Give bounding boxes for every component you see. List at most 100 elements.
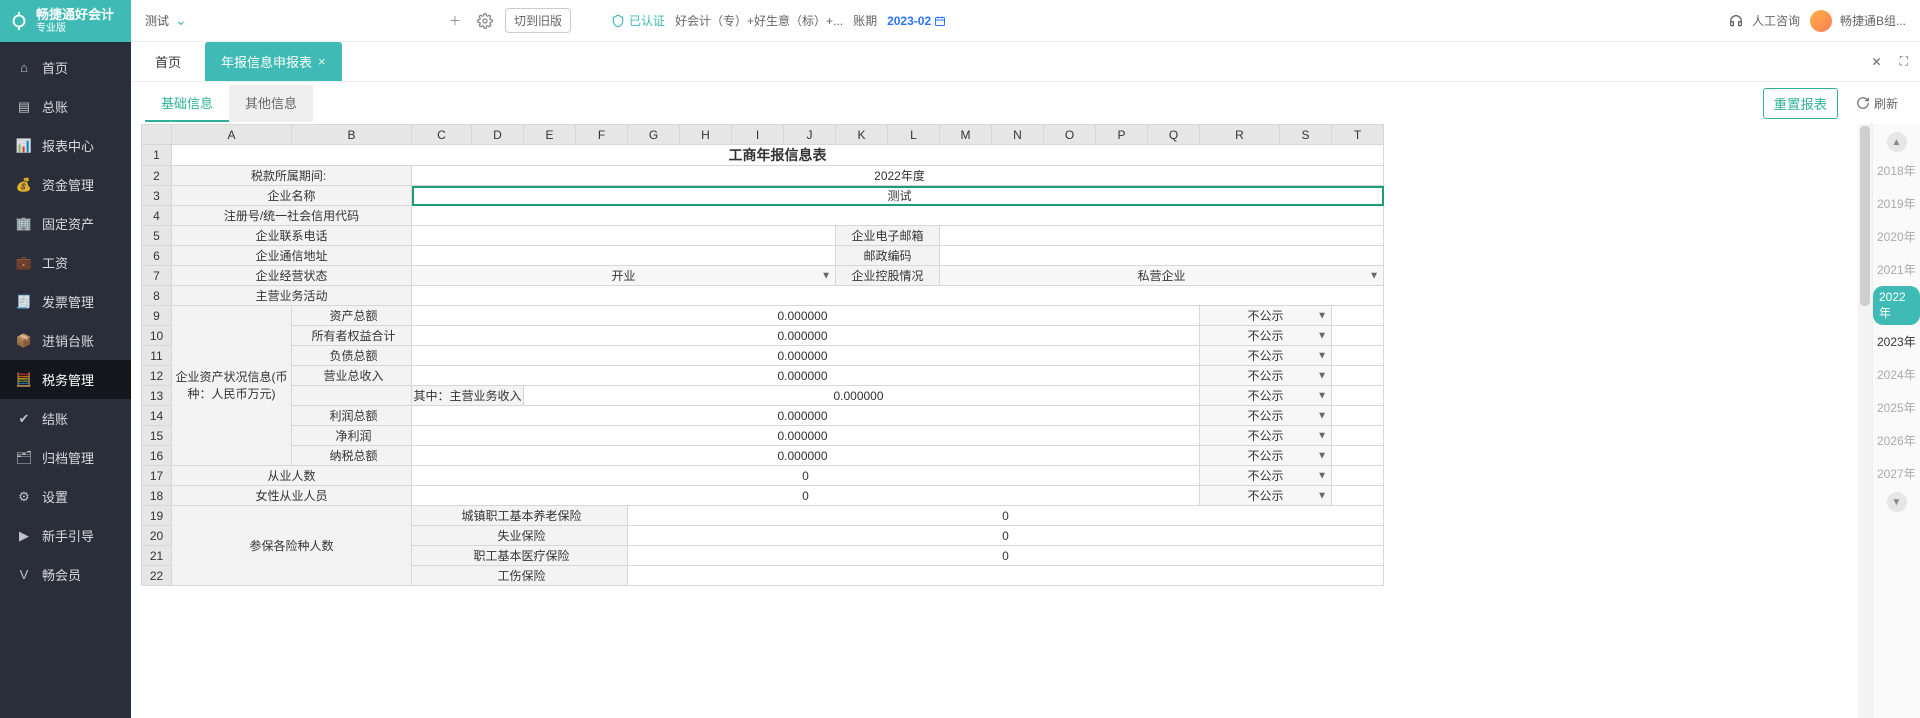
row-header[interactable]: 15 xyxy=(142,426,172,446)
col-header[interactable]: G xyxy=(628,125,680,145)
year-item[interactable]: 2026年 xyxy=(1873,424,1920,457)
col-header[interactable]: T xyxy=(1332,125,1384,145)
value-cell[interactable] xyxy=(412,226,836,246)
sidebar-item-12[interactable]: ▶新手引导 xyxy=(0,516,131,555)
value-cell[interactable]: 0.000000 xyxy=(412,306,1200,326)
value-cell[interactable]: 0 xyxy=(628,546,1384,566)
col-header[interactable]: Q xyxy=(1148,125,1200,145)
year-item[interactable]: 2027年 xyxy=(1873,457,1920,490)
sidebar-item-7[interactable]: 📦进销台账 xyxy=(0,321,131,360)
value-cell[interactable]: 0 xyxy=(628,526,1384,546)
row-header[interactable]: 9 xyxy=(142,306,172,326)
col-header[interactable]: K xyxy=(836,125,888,145)
sidebar-item-4[interactable]: 🏢固定资产 xyxy=(0,204,131,243)
year-item[interactable]: 2022年 xyxy=(1873,286,1920,325)
row-header[interactable]: 5 xyxy=(142,226,172,246)
close-icon[interactable]: × xyxy=(318,54,326,69)
row-header[interactable]: 12 xyxy=(142,366,172,386)
sidebar-item-8[interactable]: 🧮税务管理 xyxy=(0,360,131,399)
select-cell[interactable]: 不公示▼ xyxy=(1200,446,1332,466)
year-item[interactable]: 2023年 xyxy=(1873,325,1920,358)
select-cell[interactable]: 不公示▼ xyxy=(1200,406,1332,426)
switch-old-button[interactable]: 切到旧版 xyxy=(505,8,571,33)
select-cell[interactable]: 不公示▼ xyxy=(1200,346,1332,366)
row-header[interactable]: 19 xyxy=(142,506,172,526)
human-service[interactable]: 人工咨询 xyxy=(1728,12,1800,29)
row-header[interactable]: 14 xyxy=(142,406,172,426)
vertical-scrollbar[interactable] xyxy=(1858,124,1872,718)
col-header[interactable]: B xyxy=(292,125,412,145)
col-header[interactable]: F xyxy=(576,125,628,145)
row-header[interactable]: 7 xyxy=(142,266,172,286)
sidebar-item-0[interactable]: ⌂首页 xyxy=(0,48,131,87)
year-item[interactable]: 2021年 xyxy=(1873,253,1920,286)
refresh-button[interactable]: 刷新 xyxy=(1848,90,1906,117)
col-header[interactable]: S xyxy=(1280,125,1332,145)
value-cell[interactable] xyxy=(628,566,1384,586)
select-cell[interactable]: 不公示▼ xyxy=(1200,466,1332,486)
col-header[interactable]: H xyxy=(680,125,732,145)
col-header[interactable]: O xyxy=(1044,125,1096,145)
col-header[interactable]: J xyxy=(784,125,836,145)
select-cell[interactable]: 不公示▼ xyxy=(1200,326,1332,346)
year-item[interactable]: 2024年 xyxy=(1873,358,1920,391)
col-header[interactable]: R xyxy=(1200,125,1280,145)
row-header[interactable]: 4 xyxy=(142,206,172,226)
verified-badge[interactable]: 已认证 xyxy=(611,12,665,29)
value-cell[interactable]: 0.000000 xyxy=(412,326,1200,346)
year-item[interactable]: 2025年 xyxy=(1873,391,1920,424)
sidebar-item-2[interactable]: 📊报表中心 xyxy=(0,126,131,165)
period-value[interactable]: 2023-02 xyxy=(887,14,946,28)
row-header[interactable]: 22 xyxy=(142,566,172,586)
company-select[interactable]: 测试 ⌄ xyxy=(145,12,345,29)
row-header[interactable]: 16 xyxy=(142,446,172,466)
tab-home[interactable]: 首页 xyxy=(139,42,197,81)
col-header[interactable]: D xyxy=(472,125,524,145)
value-cell[interactable] xyxy=(412,246,836,266)
select-cell[interactable]: 私营企业▼ xyxy=(940,266,1384,286)
year-item[interactable]: 2020年 xyxy=(1873,220,1920,253)
value-cell[interactable]: 0.000000 xyxy=(412,346,1200,366)
year-item[interactable]: 2018年 xyxy=(1873,154,1920,187)
value-cell[interactable]: 0.000000 xyxy=(412,406,1200,426)
sheet-scroll[interactable]: ABCDEFGHIJKLMNOPQRST 1工商年报信息表2税款所属期间:202… xyxy=(131,124,1858,718)
sidebar-item-1[interactable]: ▤总账 xyxy=(0,87,131,126)
year-item[interactable]: 2019年 xyxy=(1873,187,1920,220)
value-cell[interactable] xyxy=(940,246,1384,266)
value-cell[interactable]: 0.000000 xyxy=(412,446,1200,466)
row-header[interactable]: 2 xyxy=(142,166,172,186)
col-header[interactable]: C xyxy=(412,125,472,145)
close-tab-button[interactable]: ✕ xyxy=(1868,51,1886,73)
col-header[interactable]: L xyxy=(888,125,940,145)
value-cell[interactable]: 0 xyxy=(412,486,1200,506)
row-header[interactable]: 10 xyxy=(142,326,172,346)
select-cell[interactable]: 不公示▼ xyxy=(1200,366,1332,386)
row-header[interactable]: 17 xyxy=(142,466,172,486)
sidebar-item-11[interactable]: ⚙设置 xyxy=(0,477,131,516)
row-header[interactable]: 18 xyxy=(142,486,172,506)
value-cell[interactable]: 0 xyxy=(412,466,1200,486)
gear-icon[interactable] xyxy=(475,11,495,31)
value-cell[interactable]: 0.000000 xyxy=(412,426,1200,446)
col-header[interactable]: N xyxy=(992,125,1044,145)
subtab-basic[interactable]: 基础信息 xyxy=(145,85,229,122)
sidebar-item-5[interactable]: 💼工资 xyxy=(0,243,131,282)
year-up-icon[interactable]: ▲ xyxy=(1887,132,1907,152)
row-header[interactable]: 6 xyxy=(142,246,172,266)
sidebar-item-6[interactable]: 🧾发票管理 xyxy=(0,282,131,321)
user-menu[interactable]: 畅捷通B组... xyxy=(1810,10,1906,32)
row-header[interactable]: 21 xyxy=(142,546,172,566)
value-cell[interactable] xyxy=(940,226,1384,246)
sidebar-item-3[interactable]: 💰资金管理 xyxy=(0,165,131,204)
subtab-other[interactable]: 其他信息 xyxy=(229,85,313,122)
sidebar-item-13[interactable]: V畅会员 xyxy=(0,555,131,594)
sidebar-item-10[interactable]: 🗂归档管理 xyxy=(0,438,131,477)
col-header[interactable]: M xyxy=(940,125,992,145)
col-header[interactable]: I xyxy=(732,125,784,145)
company-name-cell[interactable]: 测试 xyxy=(412,186,1384,206)
col-header[interactable]: A xyxy=(172,125,292,145)
reset-report-button[interactable]: 重置报表 xyxy=(1763,88,1838,119)
row-header[interactable]: 20 xyxy=(142,526,172,546)
row-header[interactable]: 3 xyxy=(142,186,172,206)
year-down-icon[interactable]: ▼ xyxy=(1887,492,1907,512)
